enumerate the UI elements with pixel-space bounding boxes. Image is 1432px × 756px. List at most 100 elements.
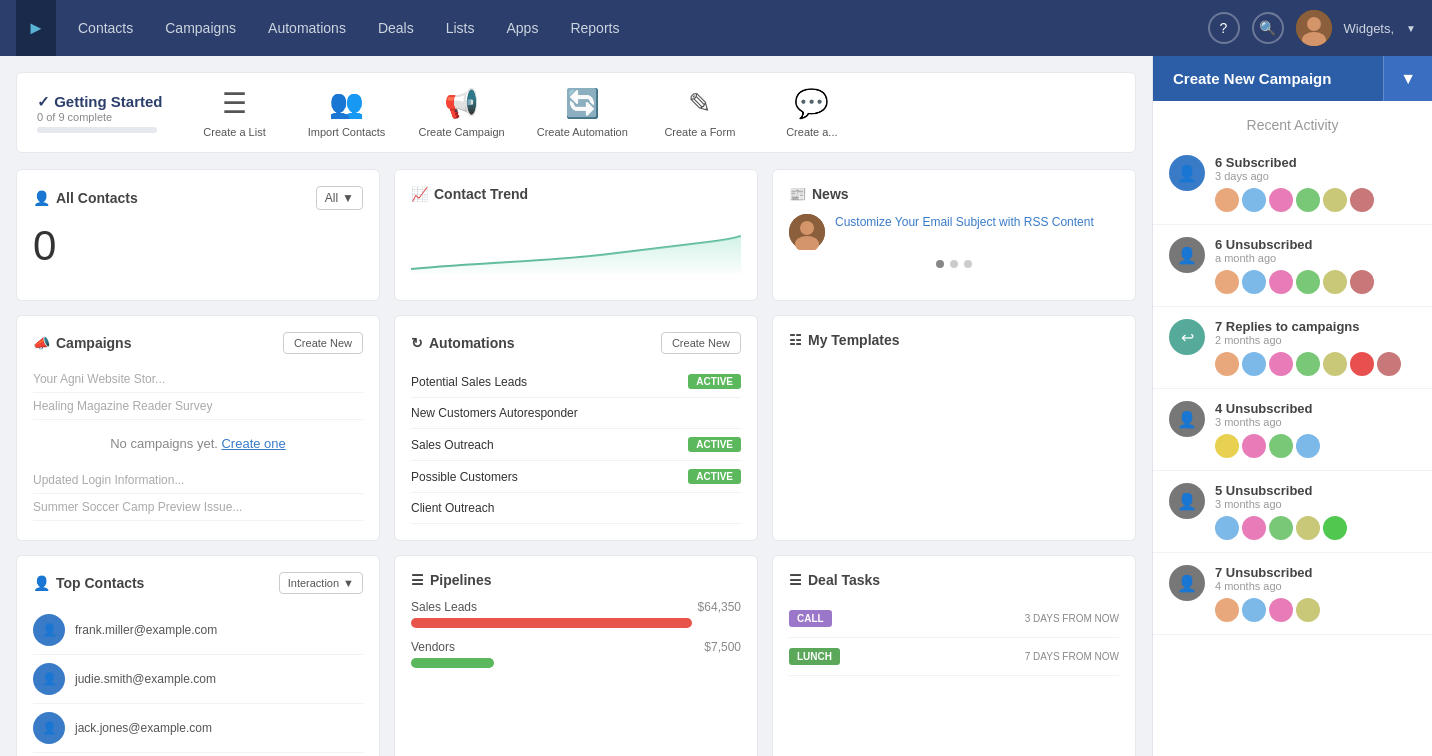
act-av bbox=[1296, 188, 1320, 212]
dashboard-row-1: 👤 All Contacts All ▼ 0 📈 Contact Trend bbox=[16, 169, 1136, 301]
act-av bbox=[1269, 270, 1293, 294]
news-icon: 📰 bbox=[789, 186, 806, 202]
pipelines-header: ☰ Pipelines bbox=[411, 572, 741, 588]
nav-campaigns[interactable]: Campaigns bbox=[151, 12, 250, 44]
activity-title-6: 7 Unsubscribed bbox=[1215, 565, 1416, 580]
act-av bbox=[1215, 516, 1239, 540]
campaign-item-5: Summer Soccer Camp Preview Issue... bbox=[33, 494, 363, 521]
act-av bbox=[1215, 270, 1239, 294]
task-badge-call: CALL bbox=[789, 610, 832, 627]
activity-item-3: ↩ 7 Replies to campaigns 2 months ago bbox=[1153, 307, 1432, 389]
act-av bbox=[1296, 516, 1320, 540]
activity-icon-subscribe-1: 👤 bbox=[1169, 155, 1205, 191]
gs-item-automation[interactable]: 🔄 Create Automation bbox=[537, 87, 628, 138]
activity-content-4: 4 Unsubscribed 3 months ago bbox=[1215, 401, 1416, 458]
nav-contacts[interactable]: Contacts bbox=[64, 12, 147, 44]
interaction-chevron-icon: ▼ bbox=[343, 577, 354, 589]
sidebar: Create New Campaign ▼ Recent Activity 👤 … bbox=[1152, 56, 1432, 756]
import-icon: 👥 bbox=[329, 87, 364, 120]
top-contacts-list: 👤 frank.miller@example.com 👤 judie.smith… bbox=[33, 606, 363, 753]
activity-item-4: 👤 4 Unsubscribed 3 months ago bbox=[1153, 389, 1432, 471]
gs-item-automation-label: Create Automation bbox=[537, 126, 628, 138]
activity-icon-reply-3: ↩ bbox=[1169, 319, 1205, 355]
pipelines-icon: ☰ bbox=[411, 572, 424, 588]
act-av bbox=[1323, 516, 1347, 540]
act-av bbox=[1350, 188, 1374, 212]
nav-automations[interactable]: Automations bbox=[254, 12, 360, 44]
news-title: 📰 News bbox=[789, 186, 849, 202]
act-av bbox=[1215, 434, 1239, 458]
gs-item-create-label: Create a... bbox=[786, 126, 837, 138]
act-av bbox=[1296, 270, 1320, 294]
news-dot-2[interactable] bbox=[950, 260, 958, 268]
nav-lists[interactable]: Lists bbox=[432, 12, 489, 44]
nav-reports[interactable]: Reports bbox=[556, 12, 633, 44]
user-name[interactable]: Widgets, bbox=[1344, 21, 1395, 36]
contact-item-3: 👤 jack.jones@example.com bbox=[33, 704, 363, 753]
act-av bbox=[1269, 598, 1293, 622]
activity-title-4: 4 Unsubscribed bbox=[1215, 401, 1416, 416]
campaigns-list: Your Agni Website Stor... Healing Magazi… bbox=[33, 366, 363, 521]
help-button[interactable]: ? bbox=[1208, 12, 1240, 44]
gs-title: ✓ Getting Started bbox=[37, 93, 163, 111]
gs-item-campaign[interactable]: 📢 Create Campaign bbox=[419, 87, 505, 138]
activity-item-6: 👤 7 Unsubscribed 4 months ago bbox=[1153, 553, 1432, 635]
logo: ► bbox=[16, 0, 56, 56]
news-dot-3[interactable] bbox=[964, 260, 972, 268]
activity-icon-unsubscribe-2: 👤 bbox=[1169, 237, 1205, 273]
automation-status-4: ACTIVE bbox=[688, 469, 741, 484]
campaigns-create-link[interactable]: Create one bbox=[221, 436, 285, 451]
svg-point-1 bbox=[1307, 17, 1321, 31]
user-avatar[interactable] bbox=[1296, 10, 1332, 46]
activity-time-4: 3 months ago bbox=[1215, 416, 1416, 428]
automations-title: ↻ Automations bbox=[411, 335, 515, 351]
activity-avatars-3 bbox=[1215, 352, 1416, 376]
dashboard-row-2: 📣 Campaigns Create New Your Agni Website… bbox=[16, 315, 1136, 541]
user-dropdown-icon[interactable]: ▼ bbox=[1406, 23, 1416, 34]
news-avatar bbox=[789, 214, 825, 250]
nav-apps[interactable]: Apps bbox=[493, 12, 553, 44]
campaigns-create-btn[interactable]: Create New bbox=[283, 332, 363, 354]
news-link[interactable]: Customize Your Email Subject with RSS Co… bbox=[835, 215, 1094, 229]
automations-create-btn[interactable]: Create New bbox=[661, 332, 741, 354]
activity-time-5: 3 months ago bbox=[1215, 498, 1416, 510]
contacts-filter[interactable]: All ▼ bbox=[316, 186, 363, 210]
act-av bbox=[1242, 516, 1266, 540]
campaign-item-1: Your Agni Website Stor... bbox=[33, 366, 363, 393]
activity-avatars-5 bbox=[1215, 516, 1416, 540]
automation-item-4: Possible Customers ACTIVE bbox=[411, 461, 741, 493]
create-campaign-dropdown[interactable]: ▼ bbox=[1383, 56, 1432, 101]
create-campaign-button[interactable]: Create New Campaign bbox=[1153, 56, 1383, 101]
automation-item-2: New Customers Autoresponder bbox=[411, 398, 741, 429]
form-icon: ✎ bbox=[688, 87, 711, 120]
act-av bbox=[1242, 188, 1266, 212]
pipeline-bar-1 bbox=[411, 618, 692, 628]
automation-item-3: Sales Outreach ACTIVE bbox=[411, 429, 741, 461]
gs-item-form[interactable]: ✎ Create a Form bbox=[660, 87, 740, 138]
contact-item-2: 👤 judie.smith@example.com bbox=[33, 655, 363, 704]
gs-item-list[interactable]: ☰ Create a List bbox=[195, 87, 275, 138]
activity-time-3: 2 months ago bbox=[1215, 334, 1416, 346]
interaction-filter[interactable]: Interaction ▼ bbox=[279, 572, 363, 594]
act-av bbox=[1323, 188, 1347, 212]
task-badge-lunch: LUNCH bbox=[789, 648, 840, 665]
search-button[interactable]: 🔍 bbox=[1252, 12, 1284, 44]
nav-deals[interactable]: Deals bbox=[364, 12, 428, 44]
pipeline-label-2: Vendors $7,500 bbox=[411, 640, 741, 654]
news-card: 📰 News Customize Your Email Subject with… bbox=[772, 169, 1136, 301]
activity-content-6: 7 Unsubscribed 4 months ago bbox=[1215, 565, 1416, 622]
contacts-icon: 👤 bbox=[33, 190, 50, 206]
gs-item-list-label: Create a List bbox=[203, 126, 265, 138]
gs-items: ☰ Create a List 👥 Import Contacts 📢 Crea… bbox=[195, 87, 1115, 138]
activity-time-1: 3 days ago bbox=[1215, 170, 1416, 182]
activity-avatars-1 bbox=[1215, 188, 1416, 212]
act-av bbox=[1242, 598, 1266, 622]
activity-avatars-4 bbox=[1215, 434, 1416, 458]
act-av bbox=[1215, 598, 1239, 622]
activity-content-5: 5 Unsubscribed 3 months ago bbox=[1215, 483, 1416, 540]
automations-card: ↻ Automations Create New Potential Sales… bbox=[394, 315, 758, 541]
gs-item-create[interactable]: 💬 Create a... bbox=[772, 87, 852, 138]
filter-chevron-icon: ▼ bbox=[342, 191, 354, 205]
gs-item-import[interactable]: 👥 Import Contacts bbox=[307, 87, 387, 138]
news-dot-1[interactable] bbox=[936, 260, 944, 268]
